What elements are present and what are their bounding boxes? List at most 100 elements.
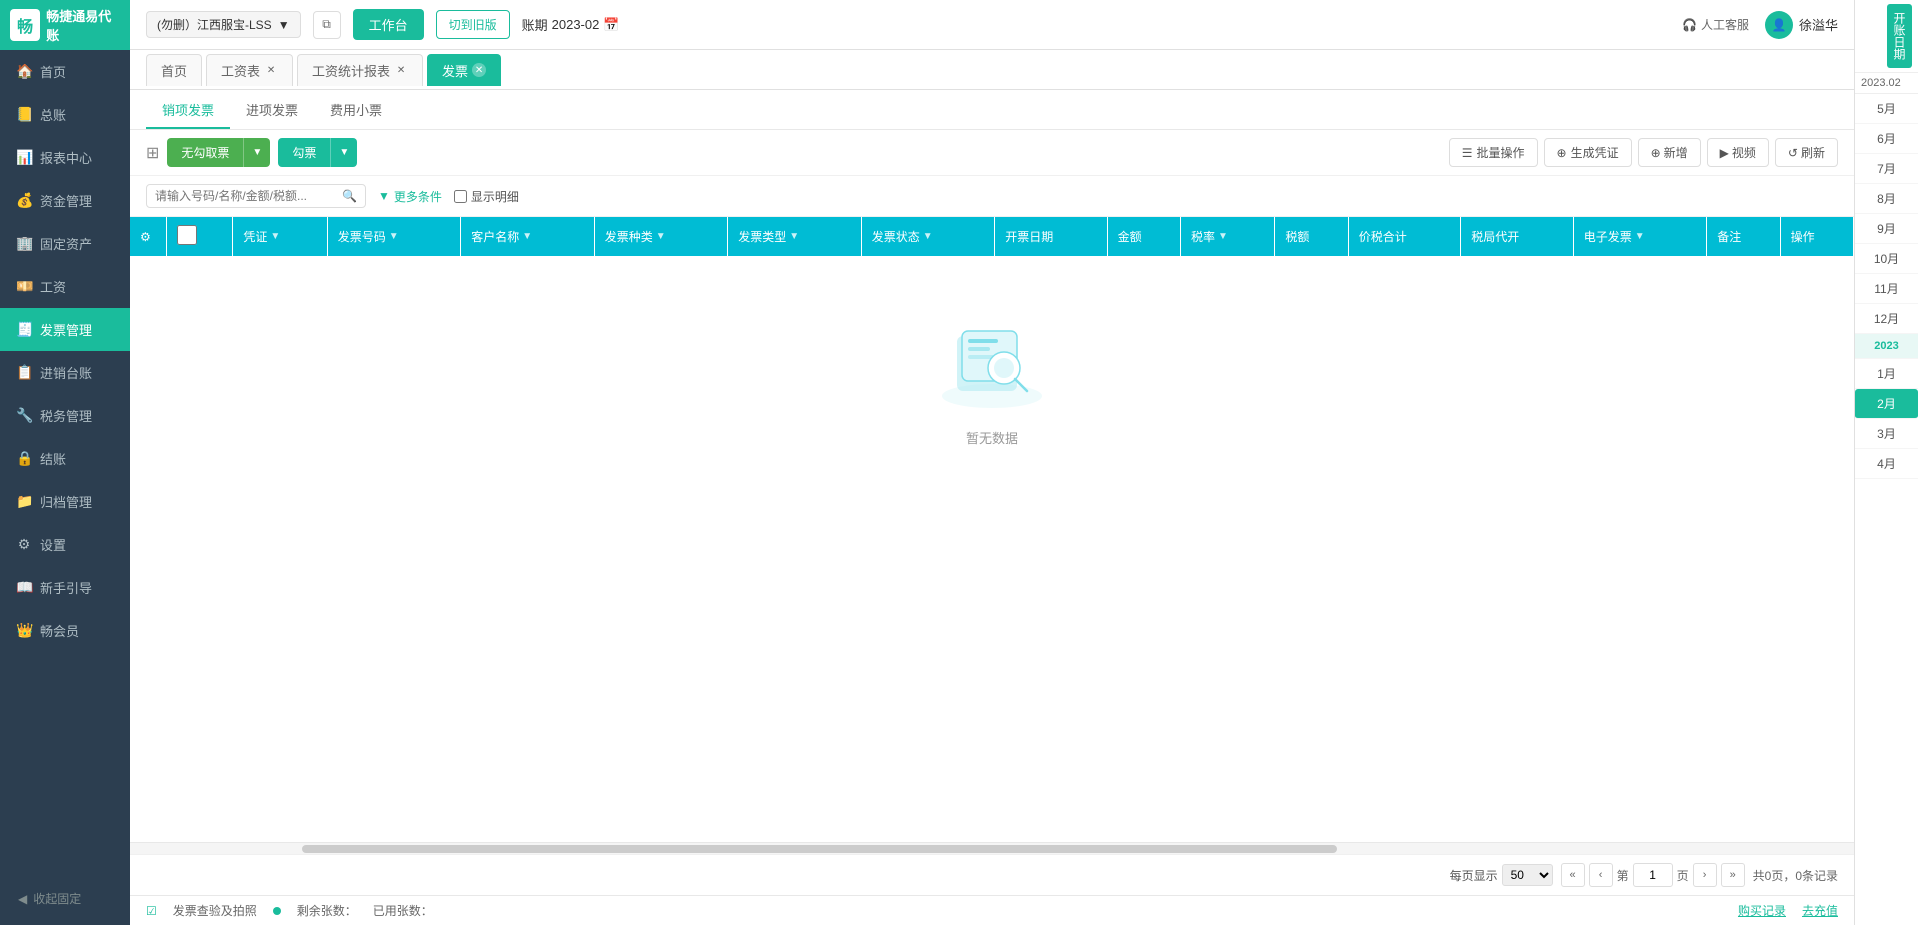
th-tax_rate[interactable]: 税率▼ — [1181, 217, 1275, 256]
filter-icon-invoice_no[interactable]: ▼ — [389, 231, 399, 242]
deduction-button[interactable]: 勾票 — [278, 138, 330, 167]
user-info[interactable]: 👤 徐溢华 — [1765, 11, 1838, 39]
next-page-button[interactable]: › — [1693, 863, 1717, 887]
th-invoice_category[interactable]: 发票类型▼ — [728, 217, 862, 256]
tab-close-payroll[interactable]: ✕ — [264, 63, 278, 77]
col-label-amount: 金额 — [1118, 228, 1142, 245]
col-label-invoice_category: 发票类型 — [738, 228, 786, 245]
sidebar-item-payroll[interactable]: 💴工资 — [0, 265, 130, 308]
th-invoice_status[interactable]: 发票状态▼ — [861, 217, 995, 256]
open-period-btn[interactable]: 开账日期 — [1887, 4, 1912, 68]
scroll-thumb[interactable] — [302, 845, 1336, 853]
page-number-input[interactable] — [1633, 863, 1673, 887]
search-input[interactable] — [155, 189, 336, 203]
date-month-8月[interactable]: 8月 — [1855, 184, 1918, 214]
th-open_date: 开票日期 — [995, 217, 1107, 256]
more-filters-button[interactable]: ▼ 更多条件 — [378, 188, 442, 205]
date-month-4月[interactable]: 4月 — [1855, 449, 1918, 479]
date-month-11月[interactable]: 11月 — [1855, 274, 1918, 304]
grid-view-icon[interactable]: ⊞ — [146, 143, 159, 163]
tab-invoice[interactable]: 发票✕ — [427, 54, 501, 86]
filter-icon-customer[interactable]: ▼ — [522, 231, 532, 242]
empty-text: 暂无数据 — [966, 428, 1018, 447]
sidebar-item-closing[interactable]: 🔒结账 — [0, 437, 130, 480]
copy-button[interactable]: ⧉ — [313, 11, 341, 39]
filter-icon-invoice_status[interactable]: ▼ — [923, 231, 933, 242]
filter-icon-voucher[interactable]: ▼ — [270, 231, 280, 242]
subtab-label-expense: 费用小票 — [330, 103, 382, 118]
detail-checkbox[interactable] — [454, 190, 467, 203]
th-invoice_type[interactable]: 发票种类▼ — [594, 217, 728, 256]
tab-close-payroll-stats[interactable]: ✕ — [394, 63, 408, 77]
filter-icon-e_invoice[interactable]: ▼ — [1635, 231, 1645, 242]
tab-payroll[interactable]: 工资表✕ — [206, 54, 293, 86]
date-month-7月[interactable]: 7月 — [1855, 154, 1918, 184]
col-label-invoice_no: 发票号码 — [338, 228, 386, 245]
filter-icon-invoice_category[interactable]: ▼ — [789, 231, 799, 242]
search-field[interactable]: 🔍 — [146, 184, 366, 208]
tab-close-invoice[interactable]: ✕ — [472, 63, 486, 77]
date-month-3月[interactable]: 3月 — [1855, 419, 1918, 449]
col-label-tax_rate: 税率 — [1191, 228, 1215, 245]
column-settings-icon[interactable]: ⚙ — [140, 230, 151, 244]
service-button[interactable]: 🎧 人工客服 — [1682, 16, 1749, 33]
first-page-button[interactable]: « — [1561, 863, 1585, 887]
refresh-button[interactable]: ↺ 刷新 — [1775, 138, 1838, 167]
date-month-12月[interactable]: 12月 — [1855, 304, 1918, 334]
switch-version-button[interactable]: 切到旧版 — [436, 10, 510, 39]
tab-home[interactable]: 首页 — [146, 54, 202, 86]
table-scrollbar[interactable] — [130, 842, 1854, 854]
company-selector[interactable]: (勿删）江西服宝-LSS ▼ — [146, 11, 301, 38]
refresh-icon: ↺ — [1788, 146, 1798, 160]
th-customer[interactable]: 客户名称▼ — [461, 217, 595, 256]
date-month-5月[interactable]: 5月 — [1855, 94, 1918, 124]
recharge-link[interactable]: 去充值 — [1802, 902, 1838, 919]
sidebar-item-invoice-mgmt[interactable]: 🧾发票管理 — [0, 308, 130, 351]
deduction-arrow[interactable]: ▼ — [330, 138, 357, 167]
buy-records-link[interactable]: 购买记录 — [1738, 902, 1786, 919]
batch-op-button[interactable]: ☰ 批量操作 — [1449, 138, 1538, 167]
th-voucher[interactable]: 凭证▼ — [233, 217, 327, 256]
subtabs: 销项发票进项发票 费用小票 — [130, 90, 1854, 130]
date-month-6月[interactable]: 6月 — [1855, 124, 1918, 154]
subtab-expense[interactable]: 费用小票 — [314, 92, 398, 129]
sidebar-item-settings[interactable]: ⚙设置 — [0, 523, 130, 566]
filter-icon-invoice_type[interactable]: ▼ — [656, 231, 666, 242]
col-label-e_invoice: 电子发票 — [1584, 228, 1632, 245]
no-deduction-button[interactable]: 无勾取票 — [167, 138, 243, 167]
sidebar-item-member[interactable]: 👑畅会员 — [0, 609, 130, 652]
workspace-button[interactable]: 工作台 — [353, 9, 424, 40]
collapse-btn[interactable]: ◀ 收起固定 — [10, 882, 120, 915]
date-month-2月[interactable]: 2月 — [1855, 389, 1918, 419]
sidebar-item-ledger[interactable]: 📒总账 — [0, 93, 130, 136]
show-detail-checkbox[interactable]: 显示明细 — [454, 188, 519, 205]
date-month-9月[interactable]: 9月 — [1855, 214, 1918, 244]
date-month-10月[interactable]: 10月 — [1855, 244, 1918, 274]
sidebar-item-archive[interactable]: 📁归档管理 — [0, 480, 130, 523]
filter-icon-tax_rate[interactable]: ▼ — [1218, 231, 1228, 242]
sidebar-item-guide[interactable]: 📖新手引导 — [0, 566, 130, 609]
last-page-button[interactable]: » — [1721, 863, 1745, 887]
page-size-select-input[interactable]: 50 10 20 100 — [1502, 864, 1553, 886]
select-all-checkbox[interactable] — [177, 225, 197, 245]
sidebar-bottom: ◀ 收起固定 — [0, 872, 130, 925]
page-size-selector[interactable]: 每页显示 50 10 20 100 — [1450, 864, 1553, 886]
pagination: 每页显示 50 10 20 100 « ‹ 第 页 › » 共0页，0条记录 — [130, 854, 1854, 895]
prev-page-button[interactable]: ‹ — [1589, 863, 1613, 887]
th-invoice_no[interactable]: 发票号码▼ — [327, 217, 461, 256]
sidebar-item-sales-ledger[interactable]: 📋进销台账 — [0, 351, 130, 394]
subtab-purchase[interactable]: 进项发票 — [230, 92, 314, 129]
sidebar-item-fixed-assets[interactable]: 🏢固定资产 — [0, 222, 130, 265]
date-month-1月[interactable]: 1月 — [1855, 359, 1918, 389]
sidebar-item-reports[interactable]: 📊报表中心 — [0, 136, 130, 179]
generate-voucher-button[interactable]: ⊕ 生成凭证 — [1544, 138, 1632, 167]
sidebar-item-tax-mgmt[interactable]: 🔧税务管理 — [0, 394, 130, 437]
sidebar-item-funds[interactable]: 💰资金管理 — [0, 179, 130, 222]
no-deduction-arrow[interactable]: ▼ — [243, 138, 270, 167]
tab-payroll-stats[interactable]: 工资统计报表✕ — [297, 54, 423, 86]
new-button[interactable]: ⊕ 新增 — [1638, 138, 1701, 167]
subtab-sales[interactable]: 销项发票 — [146, 92, 230, 129]
video-button[interactable]: ▶ 视频 — [1707, 138, 1769, 167]
th-e_invoice[interactable]: 电子发票▼ — [1573, 217, 1707, 256]
sidebar-item-home[interactable]: 🏠首页 — [0, 50, 130, 93]
